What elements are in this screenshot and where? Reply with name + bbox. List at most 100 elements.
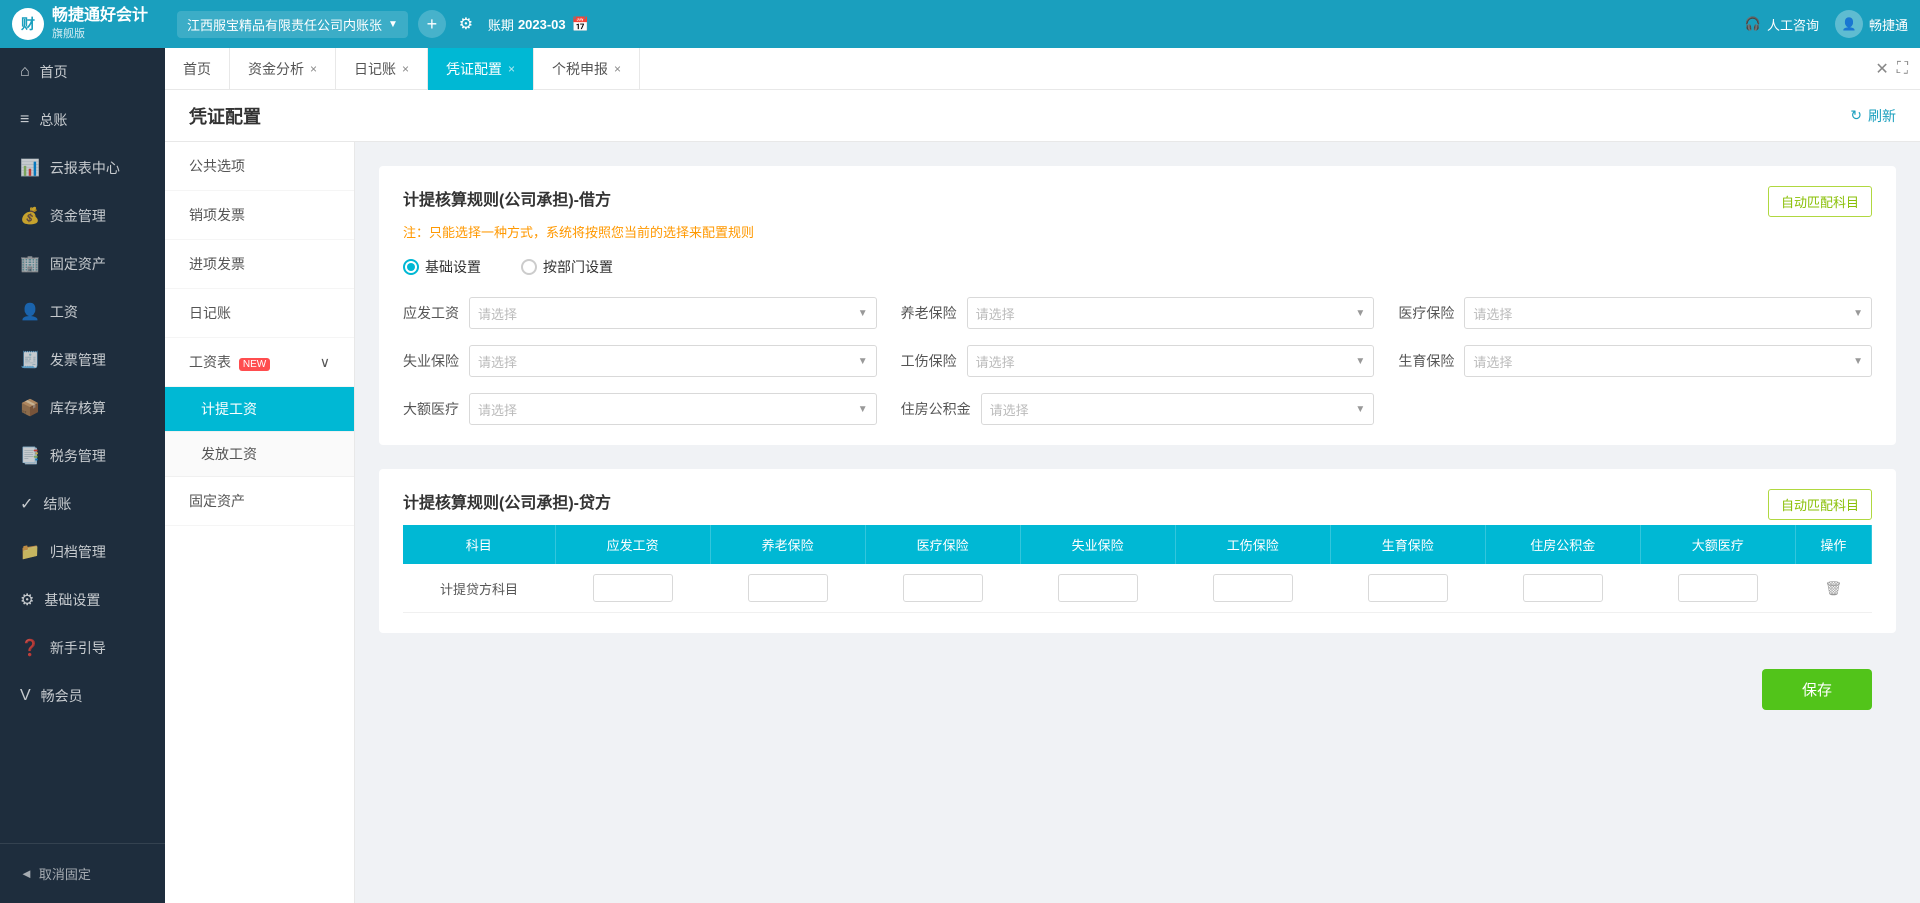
tab-tax-close-icon[interactable]: × bbox=[614, 62, 621, 76]
pension-dropdown-icon: ▼ bbox=[1355, 308, 1365, 319]
salary-input[interactable] bbox=[593, 574, 673, 602]
left-nav-purchase-invoice[interactable]: 进项发票 bbox=[165, 240, 354, 289]
sidebar-item-member[interactable]: V 畅会员 bbox=[0, 672, 165, 720]
headset-icon: 🎧 bbox=[1745, 16, 1761, 32]
user-menu[interactable]: 👤 畅捷通 bbox=[1835, 10, 1908, 38]
col-unemployment: 失业保险 bbox=[1020, 525, 1175, 564]
sidebar-item-inventory[interactable]: 📦 库存核算 bbox=[0, 384, 165, 432]
company-selector[interactable]: 江西服宝精品有限责任公司内账张 ▼ bbox=[177, 11, 408, 38]
member-icon: V bbox=[20, 687, 31, 705]
left-nav-issue-payroll[interactable]: 发放工资 bbox=[165, 432, 354, 477]
bigmedical-select[interactable]: 请选择 ▼ bbox=[469, 393, 877, 425]
medical-select[interactable]: 请选择 ▼ bbox=[1464, 297, 1872, 329]
left-nav-calc-payroll[interactable]: 计提工资 bbox=[165, 387, 354, 432]
sidebar-item-checkout[interactable]: ✓ 结账 bbox=[0, 480, 165, 528]
sidebar-item-payroll[interactable]: 👤 工资 bbox=[0, 288, 165, 336]
tab-tax[interactable]: 个税申报 × bbox=[534, 48, 640, 90]
bigmedical-cell[interactable] bbox=[1640, 564, 1795, 613]
avatar-icon: 👤 bbox=[1842, 17, 1857, 31]
debit-auto-match-button[interactable]: 自动匹配科目 bbox=[1768, 186, 1872, 217]
housing-cell[interactable] bbox=[1485, 564, 1640, 613]
sidebar-item-ledger[interactable]: ≡ 总账 bbox=[0, 96, 165, 144]
left-nav: 公共选项 销项发票 进项发票 日记账 工资表 NEW ∨ 计提工资 发放工资 固… bbox=[165, 142, 355, 903]
radio-dept[interactable]: 按部门设置 bbox=[521, 257, 613, 277]
radio-dept-circle bbox=[521, 259, 537, 275]
unemployment-select[interactable]: 请选择 ▼ bbox=[469, 345, 877, 377]
left-nav-sales-invoice[interactable]: 销项发票 bbox=[165, 191, 354, 240]
settings-icon[interactable]: ⚙ bbox=[452, 10, 480, 38]
salary-cell[interactable] bbox=[555, 564, 710, 613]
add-account-button[interactable]: + bbox=[418, 10, 446, 38]
credit-auto-match-button[interactable]: 自动匹配科目 bbox=[1768, 489, 1872, 520]
sidebar-item-reports[interactable]: 📊 云报表中心 bbox=[0, 144, 165, 192]
pension-input[interactable] bbox=[748, 574, 828, 602]
page-title: 凭证配置 bbox=[189, 103, 261, 129]
tab-voucher-config[interactable]: 凭证配置 × bbox=[428, 48, 534, 90]
salary-dropdown-icon: ▼ bbox=[858, 308, 868, 319]
tab-voucher-config-close-icon[interactable]: × bbox=[508, 62, 515, 76]
col-action: 操作 bbox=[1795, 525, 1871, 564]
medical-dropdown-icon: ▼ bbox=[1853, 308, 1863, 319]
maternity-label: 生育保险 bbox=[1398, 351, 1454, 371]
company-arrow-icon: ▼ bbox=[388, 19, 398, 30]
housing-input[interactable] bbox=[1523, 574, 1603, 602]
credit-section: 计提核算规则(公司承担)-贷方 自动匹配科目 科目 应发工资 养老保险 医疗保险… bbox=[379, 469, 1896, 633]
sidebar-item-guide[interactable]: ❓ 新手引导 bbox=[0, 624, 165, 672]
col-injury: 工伤保险 bbox=[1175, 525, 1330, 564]
medical-cell[interactable] bbox=[865, 564, 1020, 613]
left-nav-public[interactable]: 公共选项 bbox=[165, 142, 354, 191]
injury-dropdown-icon: ▼ bbox=[1355, 356, 1365, 367]
pension-select[interactable]: 请选择 ▼ bbox=[967, 297, 1375, 329]
tab-journal-close-icon[interactable]: × bbox=[402, 62, 409, 76]
injury-select[interactable]: 请选择 ▼ bbox=[967, 345, 1375, 377]
page-header: 凭证配置 ↻ 刷新 bbox=[165, 90, 1920, 142]
tab-journal[interactable]: 日记账 × bbox=[336, 48, 428, 90]
calendar-icon[interactable]: 📅 bbox=[572, 16, 589, 33]
period-value: 2023-03 bbox=[518, 17, 566, 32]
left-nav-fixed-assets[interactable]: 固定资产 bbox=[165, 477, 354, 526]
sidebar-item-fixed-assets[interactable]: 🏢 固定资产 bbox=[0, 240, 165, 288]
sidebar-item-invoice[interactable]: 🧾 发票管理 bbox=[0, 336, 165, 384]
tab-capital-close-icon[interactable]: × bbox=[310, 62, 317, 76]
delete-row-button[interactable]: 🗑 bbox=[1825, 580, 1843, 596]
tax-icon: 📑 bbox=[20, 446, 40, 466]
close-tab-icon[interactable]: ✕ bbox=[1875, 59, 1888, 79]
ai-service-button[interactable]: 🎧 人工咨询 bbox=[1745, 15, 1819, 34]
maximize-tab-icon[interactable]: ⛶ bbox=[1897, 60, 1908, 78]
table-header-row: 科目 应发工资 养老保险 医疗保险 失业保险 工伤保险 生育保险 住房公积金 大… bbox=[403, 525, 1872, 564]
sidebar-item-capital[interactable]: 💰 资金管理 bbox=[0, 192, 165, 240]
guide-icon: ❓ bbox=[20, 638, 40, 658]
logo-area: 财 畅捷通好会计 旗舰版 bbox=[12, 7, 177, 41]
left-nav-payroll-group[interactable]: 工资表 NEW ∨ bbox=[165, 338, 354, 387]
sidebar-item-settings[interactable]: ⚙ 基础设置 bbox=[0, 576, 165, 624]
subject-cell: 计提贷方科目 bbox=[403, 564, 555, 613]
maternity-input[interactable] bbox=[1368, 574, 1448, 602]
housing-select[interactable]: 请选择 ▼ bbox=[981, 393, 1375, 425]
tab-home[interactable]: 首页 bbox=[165, 48, 230, 90]
injury-input[interactable] bbox=[1213, 574, 1293, 602]
col-salary: 应发工资 bbox=[555, 525, 710, 564]
unemployment-cell[interactable] bbox=[1020, 564, 1175, 613]
bigmedical-input[interactable] bbox=[1678, 574, 1758, 602]
refresh-button[interactable]: ↻ 刷新 bbox=[1850, 106, 1896, 126]
sidebar-item-tax[interactable]: 📑 税务管理 bbox=[0, 432, 165, 480]
maternity-select[interactable]: 请选择 ▼ bbox=[1464, 345, 1872, 377]
save-button[interactable]: 保存 bbox=[1762, 669, 1872, 710]
pension-cell[interactable] bbox=[710, 564, 865, 613]
left-arrow-icon: ◄ bbox=[20, 866, 33, 881]
sidebar: ⌂ 首页 ≡ 总账 📊 云报表中心 💰 资金管理 🏢 固定资产 👤 工资 🧾 发… bbox=[0, 48, 165, 903]
sidebar-item-archive[interactable]: 📁 归档管理 bbox=[0, 528, 165, 576]
medical-input[interactable] bbox=[903, 574, 983, 602]
cancel-fixed-button[interactable]: ◄ 取消固定 bbox=[0, 854, 165, 893]
radio-basic[interactable]: 基础设置 bbox=[403, 257, 481, 277]
sidebar-item-home[interactable]: ⌂ 首页 bbox=[0, 48, 165, 96]
unemployment-input[interactable] bbox=[1058, 574, 1138, 602]
main-panel: 计提核算规则(公司承担)-借方 注：只能选择一种方式，系统将按照您当前的选择来配… bbox=[355, 142, 1920, 903]
maternity-cell[interactable] bbox=[1330, 564, 1485, 613]
period-label: 账期 bbox=[488, 15, 514, 34]
salary-select[interactable]: 请选择 ▼ bbox=[469, 297, 877, 329]
left-nav-journal[interactable]: 日记账 bbox=[165, 289, 354, 338]
injury-cell[interactable] bbox=[1175, 564, 1330, 613]
tab-capital[interactable]: 资金分析 × bbox=[230, 48, 336, 90]
sidebar-bottom: ◄ 取消固定 bbox=[0, 843, 165, 903]
